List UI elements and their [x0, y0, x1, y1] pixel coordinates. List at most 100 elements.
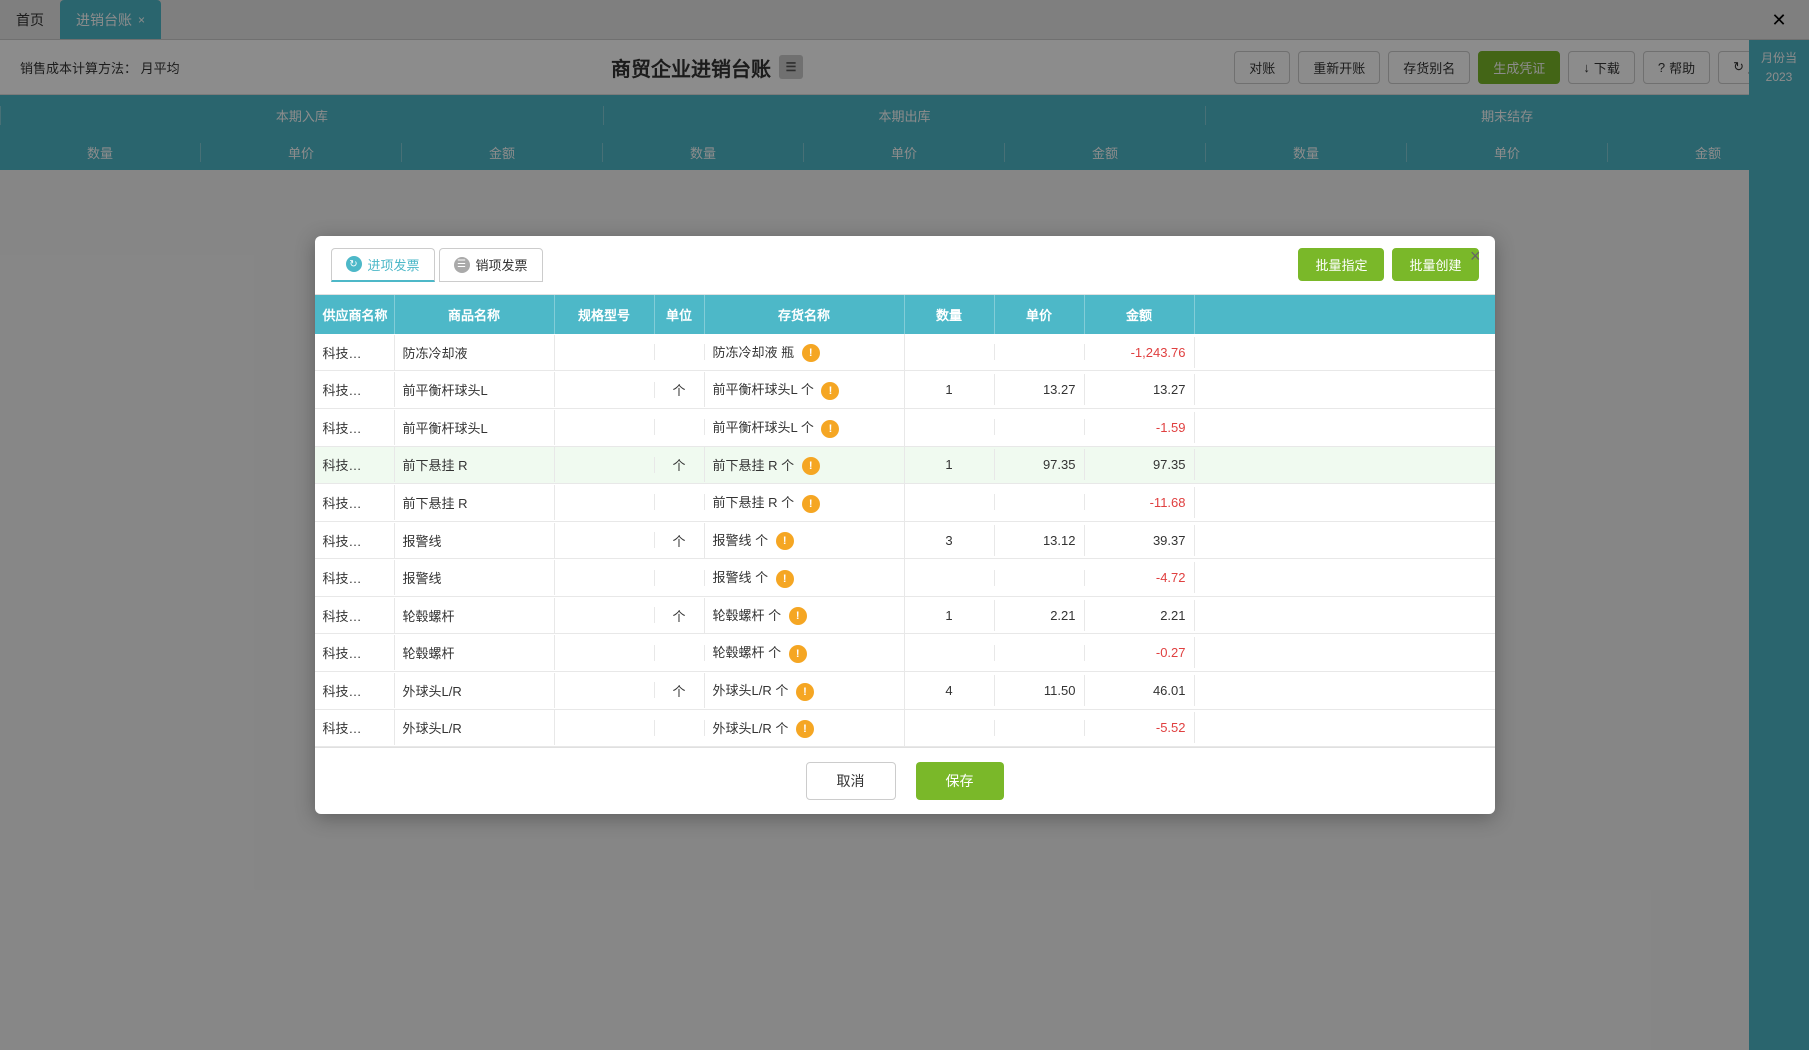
th-unit: 单位: [655, 295, 705, 334]
td-unit: [655, 344, 705, 360]
td-vendor: 科技…: [315, 372, 395, 407]
td-goods: 防冻冷却液: [395, 335, 555, 370]
td-goods: 报警线: [395, 560, 555, 595]
td-price: [995, 494, 1085, 510]
table-row[interactable]: 科技… 轮毂螺杆 轮毂螺杆 个 ! -0.27: [315, 634, 1495, 672]
table-row[interactable]: 科技… 轮毂螺杆 个 轮毂螺杆 个 ! 1 2.21 2.21: [315, 597, 1495, 635]
td-vendor: 科技…: [315, 673, 395, 708]
td-amount: -5.52: [1085, 712, 1195, 743]
tab-in-invoice[interactable]: ↻ 进项发票: [331, 248, 435, 282]
td-spec: [555, 419, 655, 435]
td-price: [995, 344, 1085, 360]
td-vendor: 科技…: [315, 335, 395, 370]
td-spec: [555, 382, 655, 398]
dialog-tabs: ↻ 进项发票 ☰ 销项发票: [331, 248, 543, 282]
th-amount: 金额: [1085, 295, 1195, 334]
td-spec: [555, 570, 655, 586]
td-goods: 外球头L/R: [395, 710, 555, 745]
td-price: [995, 570, 1085, 586]
table-row[interactable]: 科技… 防冻冷却液 防冻冷却液 瓶 ! -1,243.76: [315, 334, 1495, 372]
td-price: [995, 720, 1085, 736]
td-price: 97.35: [995, 449, 1085, 480]
td-amount: -0.27: [1085, 637, 1195, 668]
td-amount: 2.21: [1085, 600, 1195, 631]
warning-icon: !: [796, 683, 814, 701]
td-goods: 前下悬挂 R: [395, 447, 555, 482]
dialog-header: ↻ 进项发票 ☰ 销项发票 批量指定 批量创建 ×: [315, 236, 1495, 295]
td-amount: 97.35: [1085, 449, 1195, 480]
td-price: [995, 645, 1085, 661]
table-row[interactable]: 科技… 外球头L/R 个 外球头L/R 个 ! 4 11.50 46.01: [315, 672, 1495, 710]
table-row[interactable]: 科技… 前平衡杆球头L 前平衡杆球头L 个 ! -1.59: [315, 409, 1495, 447]
td-stock: 轮毂螺杆 个 !: [705, 634, 905, 671]
td-goods: 前下悬挂 R: [395, 485, 555, 520]
dialog-close-button[interactable]: ×: [1470, 246, 1481, 267]
warning-icon: !: [821, 420, 839, 438]
td-qty: [905, 645, 995, 661]
td-stock: 防冻冷却液 瓶 !: [705, 334, 905, 371]
th-price: 单价: [995, 295, 1085, 334]
td-unit: [655, 419, 705, 435]
td-stock: 前平衡杆球头L 个 !: [705, 371, 905, 408]
th-qty: 数量: [905, 295, 995, 334]
td-spec: [555, 682, 655, 698]
td-amount: -4.72: [1085, 562, 1195, 593]
td-price: 2.21: [995, 600, 1085, 631]
td-vendor: 科技…: [315, 710, 395, 745]
table-row[interactable]: 科技… 前下悬挂 R 前下悬挂 R 个 ! -11.68: [315, 484, 1495, 522]
out-invoice-icon: ☰: [454, 257, 470, 273]
tab-out-invoice-label: 销项发票: [476, 255, 528, 274]
td-qty: 4: [905, 675, 995, 706]
batch-create-button[interactable]: 批量创建: [1392, 248, 1478, 281]
warning-icon: !: [802, 344, 820, 362]
table-row[interactable]: 科技… 前平衡杆球头L 个 前平衡杆球头L 个 ! 1 13.27 13.27: [315, 371, 1495, 409]
invoice-dialog: ↻ 进项发票 ☰ 销项发票 批量指定 批量创建 × 供应商名称 商品名称 规格型…: [315, 236, 1495, 814]
td-qty: [905, 419, 995, 435]
td-goods: 轮毂螺杆: [395, 598, 555, 633]
cancel-button[interactable]: 取消: [806, 762, 896, 800]
in-invoice-icon: ↻: [346, 256, 362, 272]
td-unit: 个: [655, 447, 705, 482]
td-qty: 3: [905, 525, 995, 556]
td-vendor: 科技…: [315, 410, 395, 445]
td-spec: [555, 532, 655, 548]
td-goods: 前平衡杆球头L: [395, 372, 555, 407]
td-amount: 39.37: [1085, 525, 1195, 556]
td-goods: 轮毂螺杆: [395, 635, 555, 670]
td-stock: 报警线 个 !: [705, 522, 905, 559]
warning-icon: !: [776, 532, 794, 550]
table-header: 供应商名称 商品名称 规格型号 单位 存货名称 数量 单价 金额: [315, 295, 1495, 334]
table-row[interactable]: 科技… 报警线 个 报警线 个 ! 3 13.12 39.37: [315, 522, 1495, 560]
td-unit: 个: [655, 673, 705, 708]
td-amount: 46.01: [1085, 675, 1195, 706]
td-unit: [655, 570, 705, 586]
dialog-table: 供应商名称 商品名称 规格型号 单位 存货名称 数量 单价 金额 科技… 防冻冷…: [315, 295, 1495, 747]
td-qty: [905, 494, 995, 510]
td-vendor: 科技…: [315, 598, 395, 633]
td-spec: [555, 494, 655, 510]
tab-out-invoice[interactable]: ☰ 销项发票: [439, 248, 543, 282]
warning-icon: !: [789, 607, 807, 625]
table-body: 科技… 防冻冷却液 防冻冷却液 瓶 ! -1,243.76 科技… 前平衡杆球头…: [315, 334, 1495, 747]
td-amount: -1.59: [1085, 412, 1195, 443]
td-unit: [655, 645, 705, 661]
td-spec: [555, 645, 655, 661]
td-unit: 个: [655, 598, 705, 633]
table-row[interactable]: 科技… 报警线 报警线 个 ! -4.72: [315, 559, 1495, 597]
batch-assign-button[interactable]: 批量指定: [1298, 248, 1384, 281]
td-qty: 1: [905, 374, 995, 405]
table-row[interactable]: 科技… 外球头L/R 外球头L/R 个 ! -5.52: [315, 710, 1495, 748]
td-unit: [655, 720, 705, 736]
td-stock: 报警线 个 !: [705, 559, 905, 596]
td-stock: 外球头L/R 个 !: [705, 672, 905, 709]
table-row[interactable]: 科技… 前下悬挂 R 个 前下悬挂 R 个 ! 1 97.35 97.35: [315, 447, 1495, 485]
td-spec: [555, 344, 655, 360]
td-stock: 前下悬挂 R 个 !: [705, 484, 905, 521]
td-vendor: 科技…: [315, 447, 395, 482]
td-qty: [905, 720, 995, 736]
th-stock: 存货名称: [705, 295, 905, 334]
td-amount: -11.68: [1085, 487, 1195, 518]
save-button[interactable]: 保存: [916, 762, 1004, 800]
td-spec: [555, 457, 655, 473]
td-unit: [655, 494, 705, 510]
